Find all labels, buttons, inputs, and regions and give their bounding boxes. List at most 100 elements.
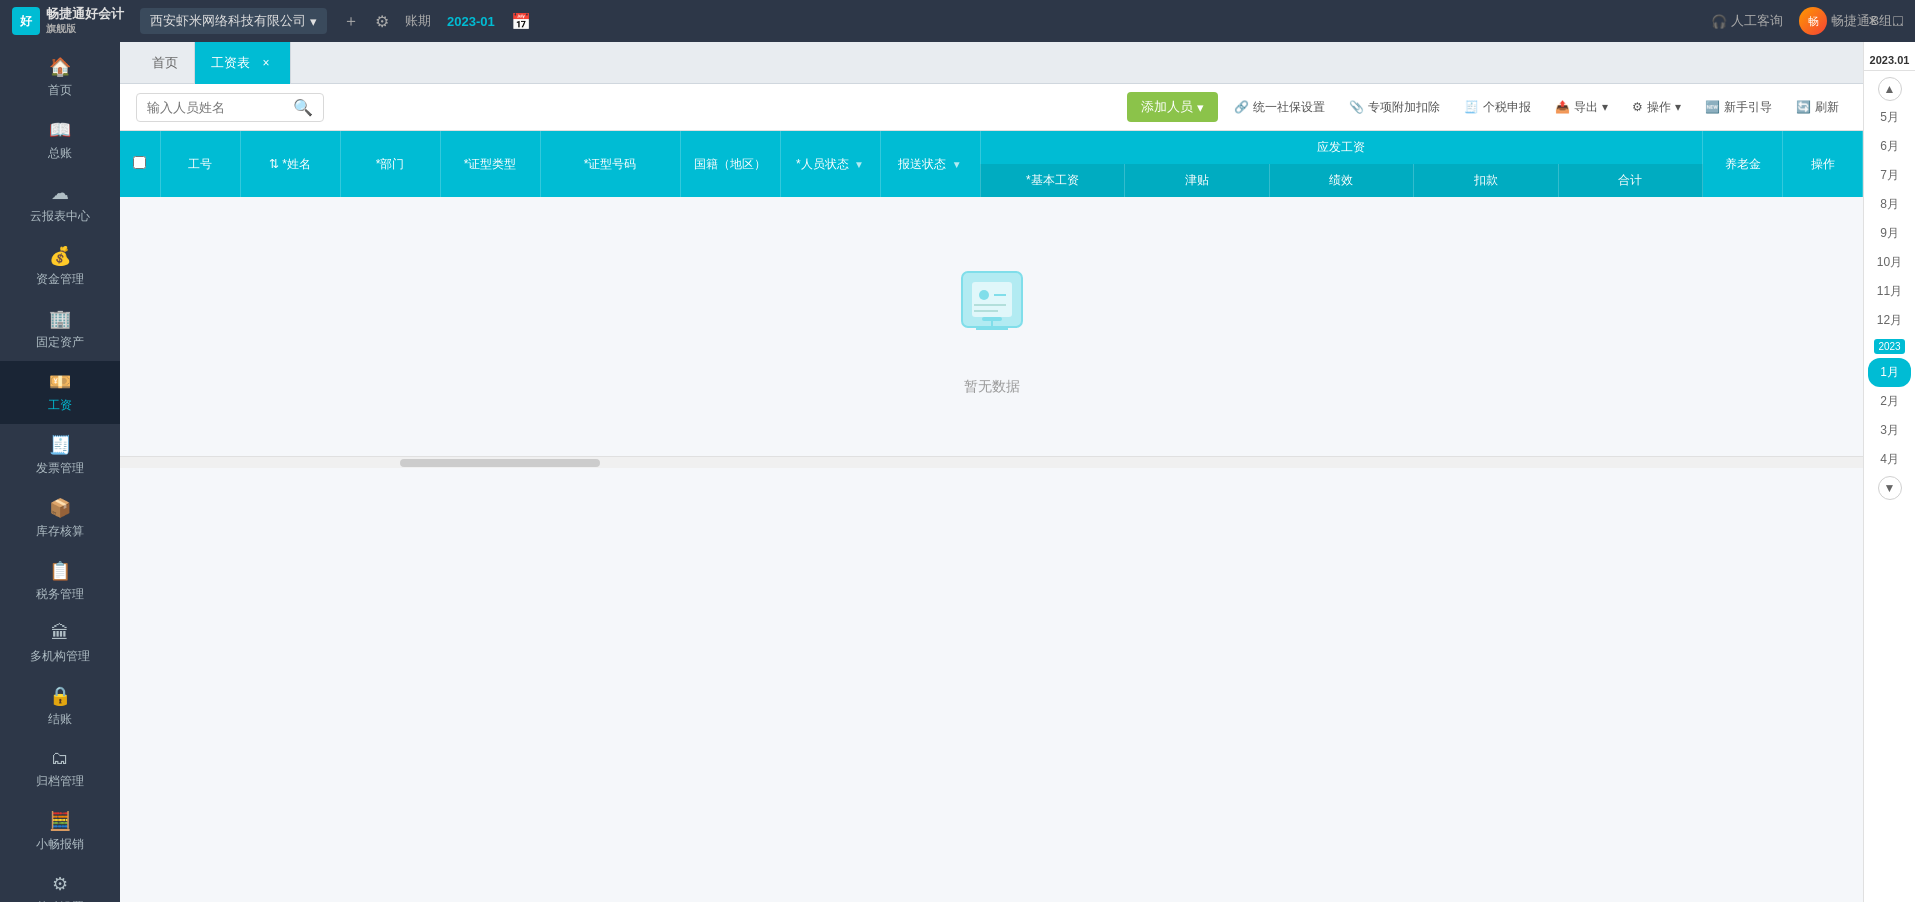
th-id: 工号 [160,131,240,197]
th-nation: 国籍（地区） [680,131,780,197]
company-selector[interactable]: 西安虾米网络科技有限公司 ▾ [140,8,327,34]
sidebar-item-closing[interactable]: 🔒 结账 [0,675,120,738]
empty-state: 暂无数据 [120,197,1863,456]
attach-icon: 📎 [1349,100,1364,114]
expense-icon: 🧮 [49,810,71,832]
headset-icon: 🎧 [1711,14,1727,29]
add-person-label: 添加人员 [1141,98,1193,116]
select-all-checkbox[interactable] [133,156,146,169]
close-window-btn[interactable]: × [1864,8,1881,34]
scroll-up-btn[interactable]: ▲ [1878,77,1902,101]
export-btn[interactable]: 📤 导出 ▾ [1547,95,1616,120]
sidebar-item-home[interactable]: 🏠 首页 [0,46,120,109]
tab-salary-table[interactable]: 工资表 × [195,42,291,84]
add-person-dropdown-icon: ▾ [1197,100,1204,115]
month-current-1[interactable]: 1月 [1868,358,1911,387]
operations-btn[interactable]: ⚙ 操作 ▾ [1624,95,1689,120]
month-prev-7[interactable]: 7月 [1864,161,1915,190]
tab-close-btn[interactable]: × [258,55,274,71]
person-status-filter-icon[interactable]: ▼ [854,159,864,170]
month-prev-9[interactable]: 9月 [1864,219,1915,248]
th-person-status: *人员状态 ▼ [780,131,880,197]
empty-icon [942,257,1042,366]
th-checkbox[interactable] [120,131,160,197]
sidebar-item-salary[interactable]: 💴 工资 [0,361,120,424]
tax-file-icon: 🧾 [1464,100,1479,114]
month-next-4[interactable]: 4月 [1864,445,1915,474]
sidebar-item-ledger[interactable]: 📖 总账 [0,109,120,172]
support-label: 人工客询 [1731,12,1783,30]
link-icon: 🔗 [1234,100,1249,114]
refresh-btn[interactable]: 🔄 刷新 [1788,95,1847,120]
add-button[interactable]: ＋ [343,11,359,32]
settings-icon[interactable]: ⚙ [375,12,389,31]
app-name: 畅捷通好会计 [46,6,124,22]
report-status-filter-icon[interactable]: ▼ [952,159,962,170]
sidebar-label-tax: 税务管理 [36,586,84,603]
sidebar: 🏠 首页 📖 总账 ☁ 云报表中心 💰 资金管理 🏢 固定资产 💴 工资 🧾 发… [0,42,120,902]
sidebar-item-assets[interactable]: 🏢 固定资产 [0,298,120,361]
empty-illustration [942,257,1042,347]
refresh-icon: 🔄 [1796,100,1811,114]
th-perf: 绩效 [1269,164,1414,197]
page-content: 🔍 添加人员 ▾ 🔗 统一社保设置 📎 专项附加扣除 🧾 个 [120,84,1863,902]
th-total: 合计 [1558,164,1703,197]
sidebar-item-fund[interactable]: 💰 资金管理 [0,235,120,298]
sidebar-label-expense: 小畅报销 [36,836,84,853]
month-prev-8[interactable]: 8月 [1864,190,1915,219]
support-btn[interactable]: 🎧 人工客询 [1711,12,1783,30]
social-security-btn[interactable]: 🔗 统一社保设置 [1226,95,1333,120]
month-prev-5[interactable]: 5月 [1864,103,1915,132]
sidebar-label-inventory: 库存核算 [36,523,84,540]
th-salary-group: 应发工资 [980,131,1703,164]
month-prev-11[interactable]: 11月 [1864,277,1915,306]
sidebar-item-settings[interactable]: ⚙ 基础设置 [0,863,120,902]
sidebar-label-home: 首页 [48,82,72,99]
search-input[interactable] [147,100,287,115]
sidebar-item-invoice[interactable]: 🧾 发票管理 [0,424,120,487]
tab-home[interactable]: 首页 [136,42,195,84]
month-prev-12[interactable]: 12月 [1864,306,1915,335]
empty-text: 暂无数据 [964,378,1020,396]
sidebar-item-inventory[interactable]: 📦 库存核算 [0,487,120,550]
special-deduct-btn[interactable]: 📎 专项附加扣除 [1341,95,1448,120]
month-next-2[interactable]: 2月 [1864,387,1915,416]
maximize-window-btn[interactable]: □ [1889,8,1907,34]
salary-table: 工号 ⇅ *姓名 *部门 *证型类型 *证型号码 国籍（地区） *人员状态 ▼ [120,131,1863,197]
calendar-icon[interactable]: 📅 [511,12,531,31]
sidebar-label-archive: 归档管理 [36,773,84,790]
content-area: 首页 工资表 × 🔍 添加人员 ▾ 🔗 [120,42,1863,902]
search-box[interactable]: 🔍 [136,93,324,122]
month-prev-10[interactable]: 10月 [1864,248,1915,277]
app-logo: 好 畅捷通好会计 旗舰版 [12,6,132,36]
closing-icon: 🔒 [49,685,71,707]
fund-icon: 💰 [49,245,71,267]
personal-tax-btn[interactable]: 🧾 个税申报 [1456,95,1539,120]
add-person-btn[interactable]: 添加人员 ▾ [1127,92,1218,122]
right-panel: 2023.01 ▲ 5月 6月 7月 8月 9月 10月 11月 12月 202… [1863,42,1915,902]
sidebar-item-tax[interactable]: 📋 税务管理 [0,550,120,613]
sidebar-label-fund: 资金管理 [36,271,84,288]
operations-label: 操作 [1647,99,1671,116]
month-prev-6[interactable]: 6月 [1864,132,1915,161]
tax-icon: 📋 [49,560,71,582]
th-report-status: 报送状态 ▼ [880,131,980,197]
tab-bar: 首页 工资表 × [120,42,1863,84]
guide-toolbar-btn[interactable]: 🆕 新手引导 [1697,95,1780,120]
archive-icon: 🗂 [51,748,69,769]
special-deduct-label: 专项附加扣除 [1368,99,1440,116]
social-security-label: 统一社保设置 [1253,99,1325,116]
refresh-label: 刷新 [1815,99,1839,116]
sidebar-item-multi-org[interactable]: 🏛 多机构管理 [0,613,120,675]
scrollbar-thumb[interactable] [400,459,600,467]
sidebar-item-expense[interactable]: 🧮 小畅报销 [0,800,120,863]
table-container: 工号 ⇅ *姓名 *部门 *证型类型 *证型号码 国籍（地区） *人员状态 ▼ [120,131,1863,902]
sidebar-item-archive[interactable]: 🗂 归档管理 [0,738,120,800]
scroll-down-btn[interactable]: ▼ [1878,476,1902,500]
user-avatar: 畅 [1799,7,1827,35]
logo-text-block: 畅捷通好会计 旗舰版 [46,6,124,36]
svg-point-2 [979,290,989,300]
horizontal-scrollbar[interactable] [120,456,1863,468]
month-next-3[interactable]: 3月 [1864,416,1915,445]
sidebar-item-report[interactable]: ☁ 云报表中心 [0,172,120,235]
